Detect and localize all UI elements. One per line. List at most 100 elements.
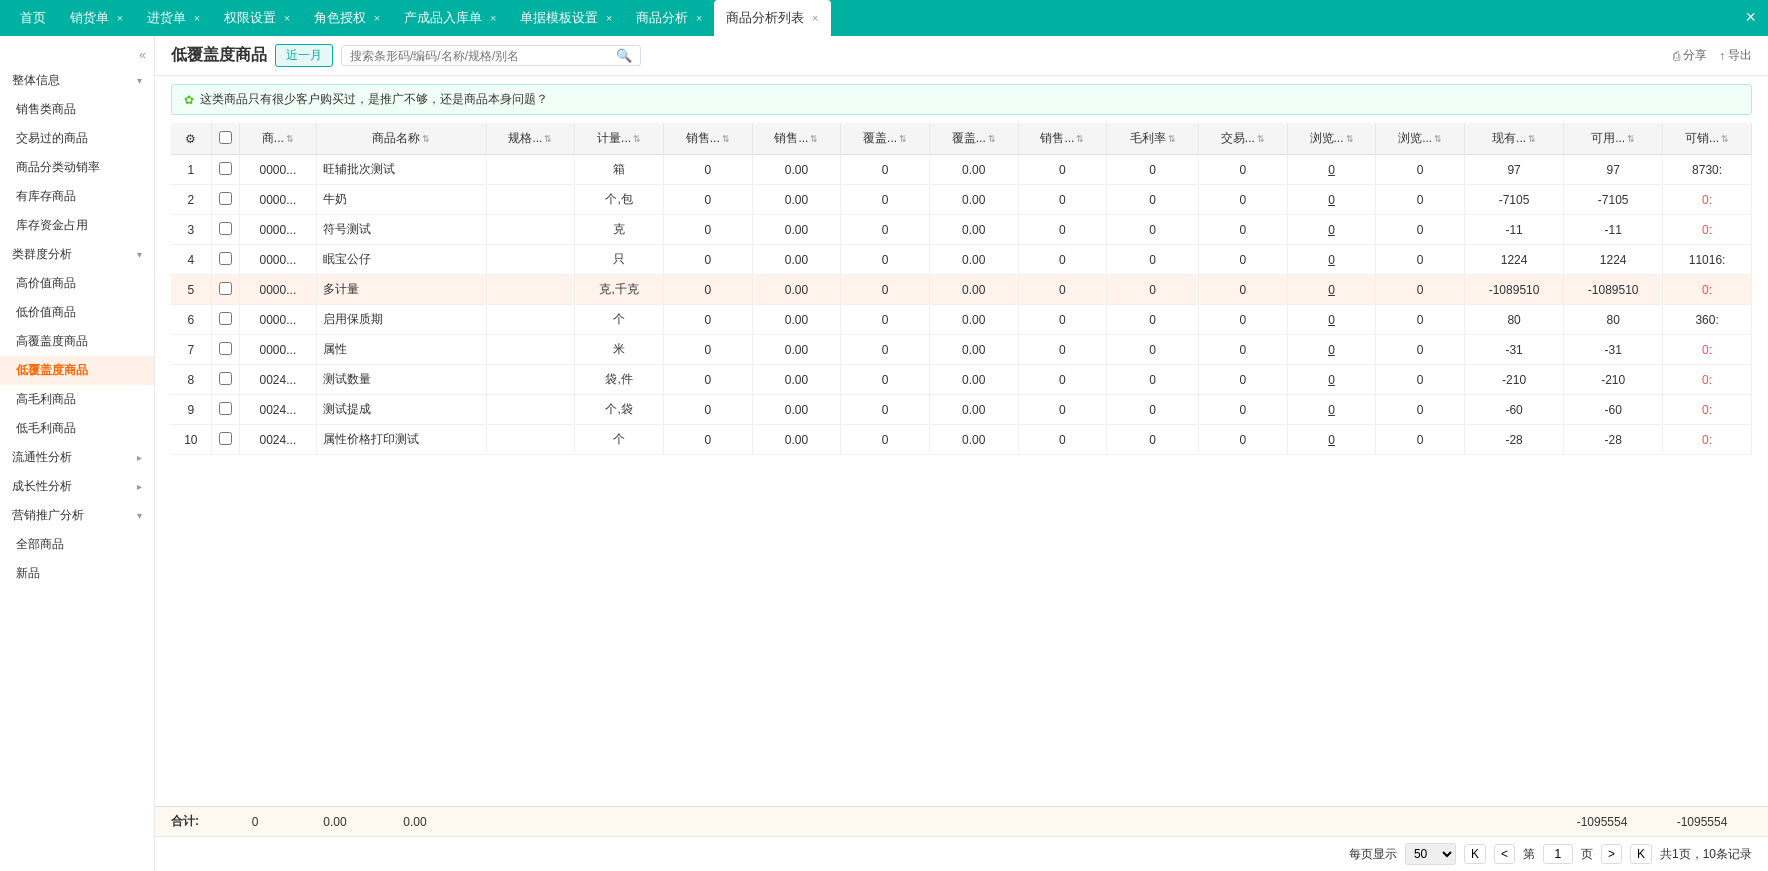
- row-unit: 克,千克: [575, 275, 664, 305]
- sidebar-item-capital[interactable]: 库存资金占用: [0, 211, 154, 240]
- nav-tab-product-analysis[interactable]: 商品分析 ×: [624, 0, 714, 36]
- prev-page-button[interactable]: <: [1494, 844, 1515, 864]
- row-browse1[interactable]: 0: [1287, 425, 1376, 455]
- search-icon[interactable]: 🔍: [616, 48, 632, 63]
- coverage1-column-header[interactable]: 覆盖...⇅: [841, 123, 930, 155]
- nav-tab-production[interactable]: 产成品入库单 ×: [392, 0, 508, 36]
- row-checkbox-cell[interactable]: [211, 275, 239, 305]
- stock-sale-column-header[interactable]: 可销...⇅: [1663, 123, 1752, 155]
- sales-amt-column-header[interactable]: 销售...⇅: [752, 123, 841, 155]
- sidebar-item-traded-products[interactable]: 交易过的商品: [0, 124, 154, 153]
- sidebar-item-sales-products[interactable]: 销售类商品: [0, 95, 154, 124]
- sales-qty-column-header[interactable]: 销售...⇅: [663, 123, 752, 155]
- row-checkbox[interactable]: [219, 402, 232, 415]
- row-checkbox[interactable]: [219, 342, 232, 355]
- row-checkbox-cell[interactable]: [211, 155, 239, 185]
- row-checkbox-cell[interactable]: [211, 185, 239, 215]
- nav-tab-permissions[interactable]: 权限设置 ×: [212, 0, 302, 36]
- code-column-header[interactable]: 商...⇅: [239, 123, 316, 155]
- search-input[interactable]: [350, 49, 616, 63]
- nav-tab-sales[interactable]: 销货单 ×: [58, 0, 135, 36]
- close-all-button[interactable]: ×: [1745, 8, 1756, 26]
- close-icon[interactable]: ×: [696, 12, 702, 24]
- row-checkbox[interactable]: [219, 312, 232, 325]
- row-checkbox[interactable]: [219, 192, 232, 205]
- row-checkbox[interactable]: [219, 282, 232, 295]
- row-browse1[interactable]: 0: [1287, 155, 1376, 185]
- close-icon[interactable]: ×: [117, 12, 123, 24]
- close-icon[interactable]: ×: [490, 12, 496, 24]
- row-checkbox-cell[interactable]: [211, 425, 239, 455]
- nav-tab-purchase[interactable]: 进货单 ×: [135, 0, 212, 36]
- export-button[interactable]: ↑ 导出: [1719, 47, 1752, 64]
- sales3-column-header[interactable]: 销售...⇅: [1018, 123, 1107, 155]
- sidebar-section-growth[interactable]: 成长性分析 ▸: [0, 472, 154, 501]
- sidebar-item-in-stock[interactable]: 有库存商品: [0, 182, 154, 211]
- row-checkbox-cell[interactable]: [211, 305, 239, 335]
- sidebar-item-low-value[interactable]: 低价值商品: [0, 298, 154, 327]
- nav-tab-home[interactable]: 首页: [8, 0, 58, 36]
- sidebar-item-low-coverage[interactable]: 低覆盖度商品: [0, 356, 154, 385]
- row-browse1[interactable]: 0: [1287, 395, 1376, 425]
- last-page-button[interactable]: K: [1630, 844, 1652, 864]
- sidebar-item-high-margin[interactable]: 高毛利商品: [0, 385, 154, 414]
- sidebar-section-marketing[interactable]: 营销推广分析 ▾: [0, 501, 154, 530]
- row-browse1[interactable]: 0: [1287, 215, 1376, 245]
- row-checkbox[interactable]: [219, 222, 232, 235]
- gross-margin-column-header[interactable]: 毛利率⇅: [1107, 123, 1199, 155]
- stock-avail-column-header[interactable]: 可用...⇅: [1564, 123, 1663, 155]
- settings-icon[interactable]: ⚙: [185, 132, 196, 146]
- row-checkbox-cell[interactable]: [211, 215, 239, 245]
- sidebar-section-liquidity[interactable]: 流通性分析 ▸: [0, 443, 154, 472]
- total-sales-qty: 0: [215, 815, 295, 829]
- share-button[interactable]: ⎙ 分享: [1673, 47, 1707, 64]
- row-checkbox-cell[interactable]: [211, 335, 239, 365]
- row-browse1[interactable]: 0: [1287, 305, 1376, 335]
- close-icon[interactable]: ×: [812, 12, 818, 24]
- trade-column-header[interactable]: 交易...⇅: [1199, 123, 1288, 155]
- unit-column-header[interactable]: 计量...⇅: [575, 123, 664, 155]
- sidebar-item-high-value[interactable]: 高价值商品: [0, 269, 154, 298]
- sidebar-collapse-button[interactable]: «: [0, 44, 154, 66]
- row-browse1[interactable]: 0: [1287, 245, 1376, 275]
- row-checkbox[interactable]: [219, 162, 232, 175]
- sidebar-section-cluster[interactable]: 类群度分析 ▾: [0, 240, 154, 269]
- page-number-input[interactable]: [1543, 844, 1573, 864]
- row-checkbox-cell[interactable]: [211, 245, 239, 275]
- row-browse1[interactable]: 0: [1287, 185, 1376, 215]
- settings-column-header[interactable]: ⚙: [171, 123, 211, 155]
- spec-column-header[interactable]: 规格...⇅: [486, 123, 575, 155]
- page-size-select[interactable]: 50 100 200: [1405, 843, 1456, 865]
- filter-recent-month-button[interactable]: 近一月: [275, 44, 333, 67]
- coverage2-column-header[interactable]: 覆盖...⇅: [929, 123, 1018, 155]
- sidebar-section-overall[interactable]: 整体信息 ▾: [0, 66, 154, 95]
- sidebar-item-low-margin[interactable]: 低毛利商品: [0, 414, 154, 443]
- browse1-column-header[interactable]: 浏览...⇅: [1287, 123, 1376, 155]
- nav-tab-product-analysis-list[interactable]: 商品分析列表 ×: [714, 0, 830, 36]
- sidebar-item-new-products[interactable]: 新品: [0, 559, 154, 588]
- stock-cur-column-header[interactable]: 现有...⇅: [1465, 123, 1564, 155]
- row-checkbox-cell[interactable]: [211, 365, 239, 395]
- row-checkbox[interactable]: [219, 432, 232, 445]
- sidebar-item-category-rate[interactable]: 商品分类动销率: [0, 153, 154, 182]
- select-all-checkbox[interactable]: [219, 131, 232, 144]
- nav-tab-roles[interactable]: 角色授权 ×: [302, 0, 392, 36]
- row-browse1[interactable]: 0: [1287, 365, 1376, 395]
- next-page-button[interactable]: >: [1601, 844, 1622, 864]
- name-column-header[interactable]: 商品名称⇅: [317, 123, 487, 155]
- row-checkbox[interactable]: [219, 252, 232, 265]
- first-page-button[interactable]: K: [1464, 844, 1486, 864]
- row-browse1[interactable]: 0: [1287, 275, 1376, 305]
- row-checkbox-cell[interactable]: [211, 395, 239, 425]
- nav-tab-template[interactable]: 单据模板设置 ×: [508, 0, 624, 36]
- row-checkbox[interactable]: [219, 372, 232, 385]
- close-icon[interactable]: ×: [606, 12, 612, 24]
- sidebar-item-high-coverage[interactable]: 高覆盖度商品: [0, 327, 154, 356]
- close-icon[interactable]: ×: [374, 12, 380, 24]
- close-icon[interactable]: ×: [194, 12, 200, 24]
- sidebar-item-all-products[interactable]: 全部商品: [0, 530, 154, 559]
- checkbox-column-header[interactable]: [211, 123, 239, 155]
- row-browse1[interactable]: 0: [1287, 335, 1376, 365]
- close-icon[interactable]: ×: [284, 12, 290, 24]
- browse2-column-header[interactable]: 浏览...⇅: [1376, 123, 1465, 155]
